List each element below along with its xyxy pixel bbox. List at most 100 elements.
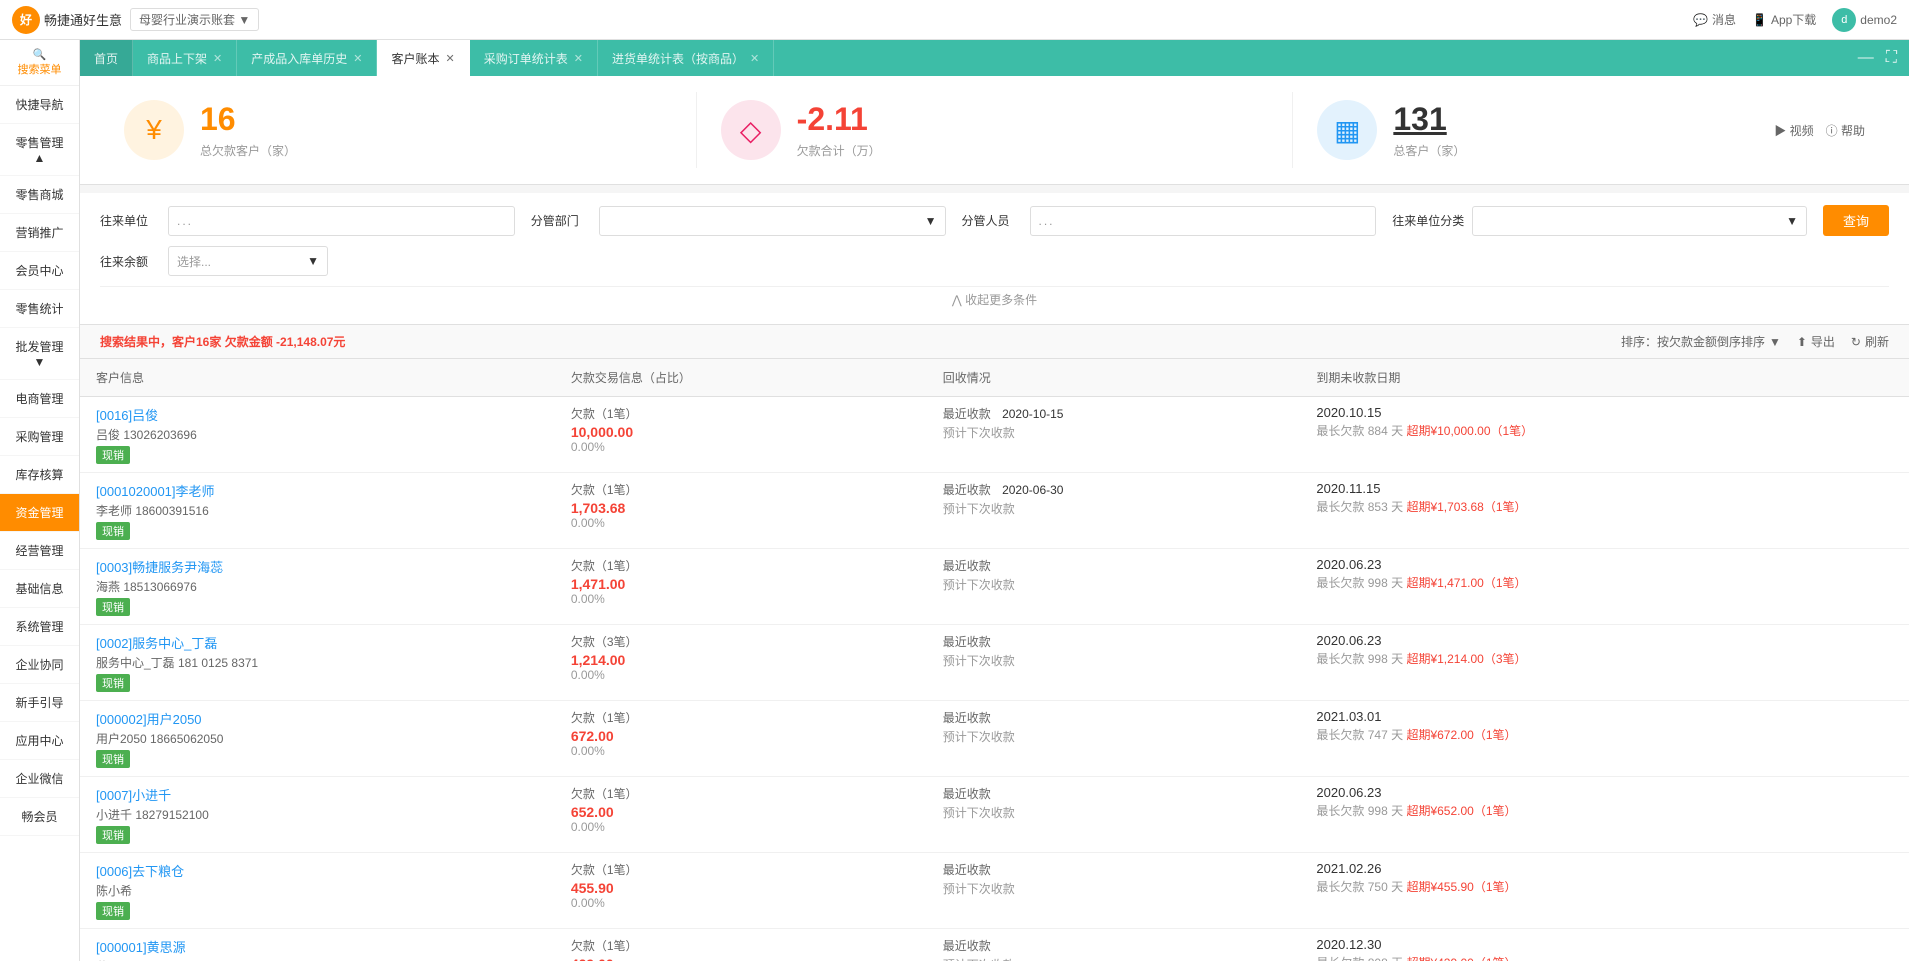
sidebar-item-inventory[interactable]: 库存核算 — [0, 456, 79, 494]
overdue-link[interactable]: 超期¥652.00（1笔） — [1406, 804, 1516, 818]
sidebar-item-basic-info[interactable]: 基础信息 — [0, 570, 79, 608]
help-label: 帮助 — [1841, 124, 1865, 138]
customer-tag: 现销 — [96, 522, 130, 540]
sidebar-item-purchase[interactable]: 采购管理 — [0, 418, 79, 456]
filter-input-person[interactable]: ... — [1030, 206, 1377, 236]
customer-tag: 现销 — [96, 902, 130, 920]
export-icon: ⬆ — [1797, 335, 1807, 349]
sidebar: 🔍 搜索菜单 快捷导航 零售管理 ▲ 零售商城 营销推广 会员中心 零售统计 批… — [0, 40, 80, 961]
overdue-link[interactable]: 超期¥1,703.68（1笔） — [1406, 500, 1526, 514]
sidebar-item-enterprise-collab[interactable]: 企业协同 — [0, 646, 79, 684]
chevron-down-icon: ▼ — [925, 214, 937, 228]
debt-amount: 455.90 — [571, 880, 911, 896]
debt-count: 欠款（1笔） — [571, 937, 911, 954]
sidebar-item-system[interactable]: 系统管理 — [0, 608, 79, 646]
customer-name-link[interactable]: [0007]小进千 — [96, 788, 171, 803]
sidebar-item-member[interactable]: 畅会员 — [0, 798, 79, 836]
customer-name-link[interactable]: [0002]服务中心_丁磊 — [96, 636, 217, 651]
sidebar-item-app-center[interactable]: 应用中心 — [0, 722, 79, 760]
sidebar-search[interactable]: 🔍 搜索菜单 — [0, 40, 79, 86]
sidebar-item-retail-mall[interactable]: 零售商城 — [0, 176, 79, 214]
overdue-link[interactable]: 超期¥10,000.00（1笔） — [1406, 424, 1533, 438]
content-area: ¥ 16 总欠款客户（家） ◇ -2.11 欠款合计（万） ▦ — [80, 76, 1909, 961]
sort-selector[interactable]: 排序：按欠款金额倒序排序 ▼ — [1621, 333, 1781, 350]
tab-close-icon[interactable]: ✕ — [446, 52, 455, 65]
sidebar-item-retail-mgmt[interactable]: 零售管理 ▲ — [0, 124, 79, 176]
stat-label-debt: 欠款合计（万） — [797, 142, 881, 159]
chevron-down-icon: ▼ — [1769, 335, 1781, 349]
export-button[interactable]: ⬆ 导出 — [1797, 333, 1835, 350]
filter-select-category[interactable]: ▼ — [1472, 206, 1807, 236]
customer-name-link[interactable]: [000002]用户2050 — [96, 712, 202, 727]
collapse-button[interactable]: ⋀ 收起更多条件 — [100, 286, 1889, 312]
sidebar-item-wholesale[interactable]: 批发管理 ▼ — [0, 328, 79, 380]
filter-label-category: 往来单位分类 — [1392, 212, 1464, 229]
filter-input-unit[interactable]: ... — [168, 206, 515, 236]
customer-name-link[interactable]: [0016]吕俊 — [96, 408, 158, 423]
tab-purchase-by-product[interactable]: 进货单统计表（按商品） ✕ — [598, 40, 774, 76]
filter-select-balance[interactable]: 选择... ▼ — [168, 246, 328, 276]
sidebar-item-marketing[interactable]: 营销推广 — [0, 214, 79, 252]
data-table-wrapper: 客户信息 欠款交易信息（占比） 回收情况 到期未收款日期 [0016]吕俊 吕俊… — [80, 359, 1909, 961]
cell-customer: [0007]小进千 小进千 18279152100 现销 — [80, 777, 555, 853]
tab-home[interactable]: 首页 — [80, 40, 133, 76]
tab-close-icon[interactable]: ✕ — [353, 52, 362, 65]
cell-customer: [0016]吕俊 吕俊 13026203696 现销 — [80, 397, 555, 473]
tab-label: 采购订单统计表 — [484, 50, 568, 67]
cell-duedate: 2020.10.15 最长欠款 884 天 超期¥10,000.00（1笔） — [1300, 397, 1909, 473]
debt-amount: 429.00 — [571, 956, 911, 961]
refresh-button[interactable]: ↻ 刷新 — [1851, 333, 1889, 350]
sidebar-item-label: 经营管理 — [4, 542, 75, 559]
filter-area: 往来单位 ... 分管部门 ▼ 分管人员 — [80, 193, 1909, 324]
logo-area: 好 畅捷通好生意 — [12, 6, 122, 34]
sidebar-item-enterprise-wechat[interactable]: 企业微信 — [0, 760, 79, 798]
customer-name-link[interactable]: [000001]黄思源 — [96, 940, 186, 955]
next-payment: 预计下次收款 — [943, 652, 1285, 669]
customer-name-link[interactable]: [0001020001]李老师 — [96, 484, 215, 499]
tab-close-icon[interactable]: ✕ — [213, 52, 222, 65]
help-button[interactable]: ⓘ 帮助 — [1826, 122, 1865, 139]
tab-customer-account[interactable]: 客户账本 ✕ — [377, 40, 469, 76]
results-actions: 排序：按欠款金额倒序排序 ▼ ⬆ 导出 ↻ 刷新 — [1621, 333, 1889, 350]
customer-contact: 吕俊 13026203696 — [96, 426, 539, 443]
sidebar-item-finance[interactable]: 资金管理 — [0, 494, 79, 532]
customer-name-link[interactable]: [0006]去下粮仓 — [96, 864, 184, 879]
sidebar-item-ecommerce[interactable]: 电商管理 — [0, 380, 79, 418]
filter-select-dept[interactable]: ▼ — [599, 206, 946, 236]
overdue-link[interactable]: 超期¥1,214.00（3笔） — [1406, 652, 1526, 666]
search-button[interactable]: 查询 — [1823, 205, 1889, 236]
tab-purchase-stats[interactable]: 采购订单统计表 ✕ — [470, 40, 598, 76]
customer-name-link[interactable]: [0003]畅捷服务尹海蕊 — [96, 560, 223, 575]
overdue-link[interactable]: 超期¥455.90（1笔） — [1406, 880, 1516, 894]
next-payment: 预计下次收款 — [943, 576, 1285, 593]
app-download-button[interactable]: 📱 App下载 — [1752, 11, 1816, 28]
message-button[interactable]: 💬 消息 — [1693, 11, 1736, 28]
tab-close-icon[interactable]: ✕ — [574, 52, 583, 65]
filter-label-balance: 往来余额 — [100, 253, 160, 270]
table-row: [0006]去下粮仓 陈小希 现销 欠款（1笔） 455.90 0.00% 最近… — [80, 853, 1909, 929]
sidebar-item-retail-stats[interactable]: 零售统计 — [0, 290, 79, 328]
tab-maximize-button[interactable]: ⛶ — [1882, 47, 1901, 69]
tab-close-icon[interactable]: ✕ — [750, 52, 759, 65]
tab-minimize-button[interactable]: — — [1854, 47, 1878, 69]
video-button[interactable]: ▶ 视频 — [1774, 122, 1813, 139]
tab-inbound-history[interactable]: 产成品入库单历史 ✕ — [237, 40, 377, 76]
message-icon: 💬 — [1693, 13, 1708, 27]
sidebar-item-beginner[interactable]: 新手引导 — [0, 684, 79, 722]
tab-product-shelf[interactable]: 商品上下架 ✕ — [133, 40, 237, 76]
sidebar-item-operations[interactable]: 经营管理 — [0, 532, 79, 570]
sidebar-item-quick-nav[interactable]: 快捷导航 — [0, 86, 79, 124]
customer-contact: 用户2050 18665062050 — [96, 730, 539, 747]
user-menu[interactable]: d demo2 — [1832, 8, 1897, 32]
store-selector[interactable]: 母婴行业演示账套 ▼ — [130, 8, 259, 31]
overdue-link[interactable]: 超期¥429.00（1笔） — [1406, 956, 1516, 961]
main-layout: 🔍 搜索菜单 快捷导航 零售管理 ▲ 零售商城 营销推广 会员中心 零售统计 批… — [0, 40, 1909, 961]
overdue-link[interactable]: 超期¥672.00（1笔） — [1406, 728, 1516, 742]
cell-duedate: 2021.03.01 最长欠款 747 天 超期¥672.00（1笔） — [1300, 701, 1909, 777]
sidebar-item-member-center[interactable]: 会员中心 — [0, 252, 79, 290]
avatar: d — [1832, 8, 1856, 32]
tab-bar: 首页 商品上下架 ✕ 产成品入库单历史 ✕ 客户账本 ✕ 采购订单统计表 ✕ 进… — [80, 40, 1909, 76]
stat-value-debtors: 16 — [200, 101, 296, 138]
overdue-link[interactable]: 超期¥1,471.00（1笔） — [1406, 576, 1526, 590]
debt-count: 欠款（1笔） — [571, 557, 911, 574]
